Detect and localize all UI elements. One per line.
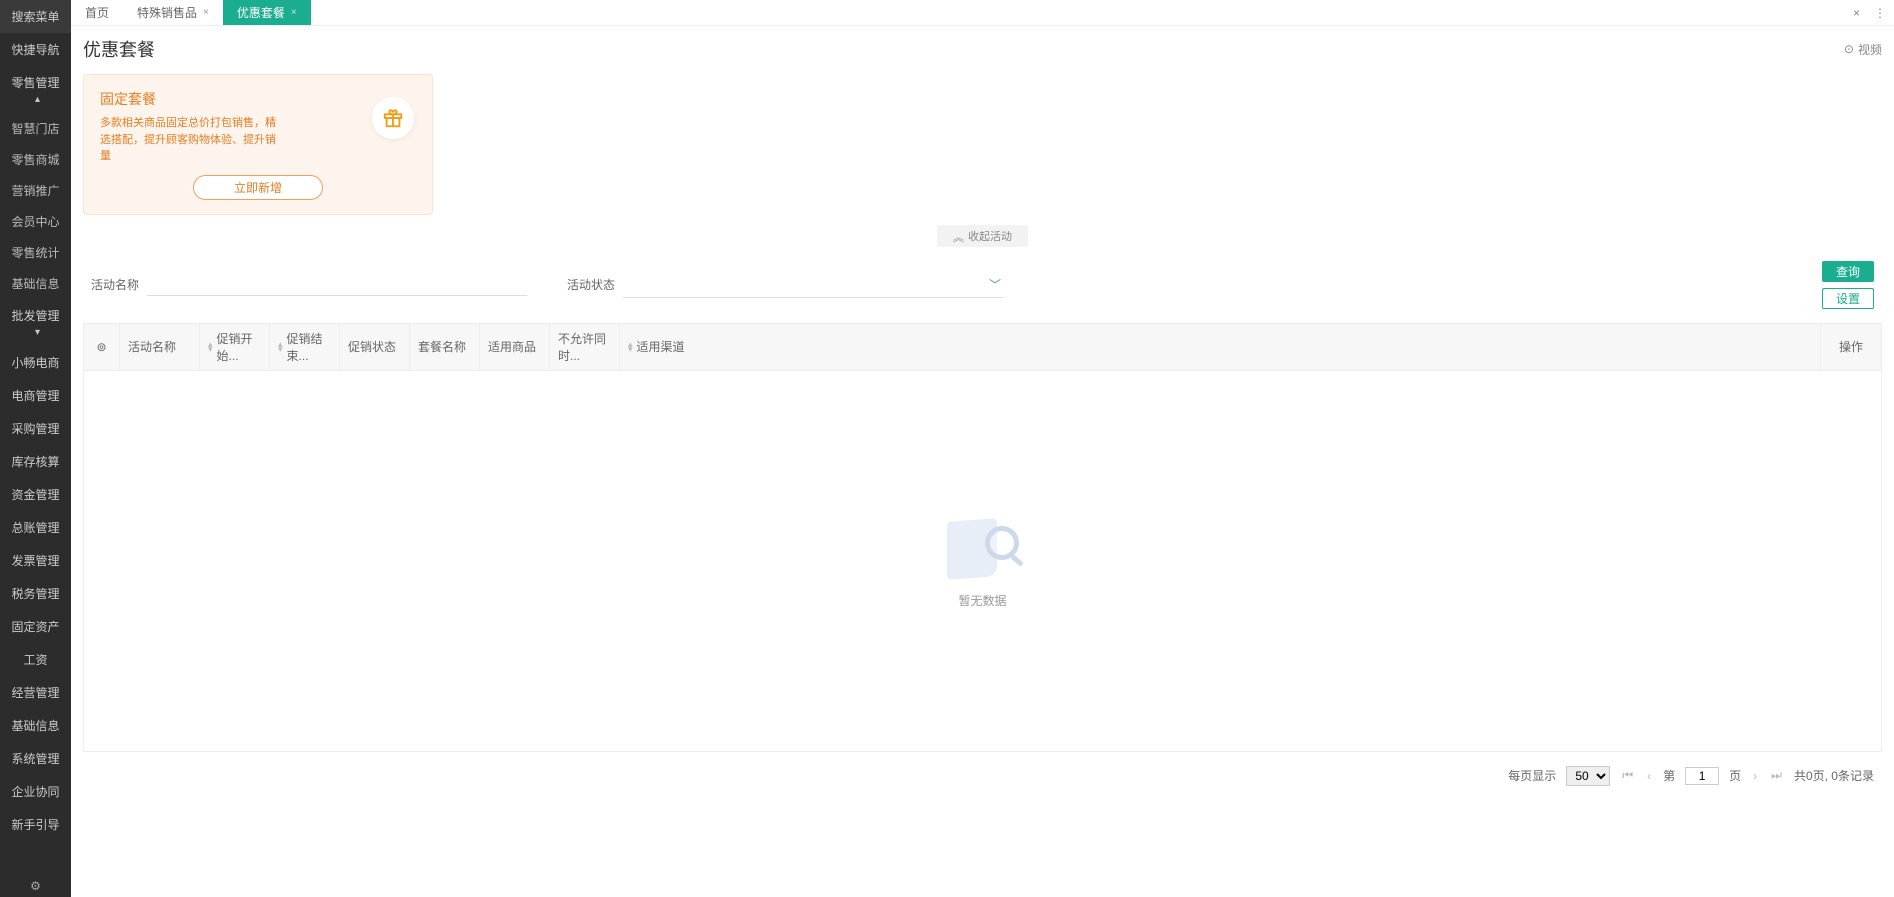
filter-status-select[interactable]: ﹀: [623, 272, 1003, 298]
chevron-up-icon: ▴: [35, 94, 40, 105]
empty-text: 暂无数据: [958, 592, 1006, 609]
chevron-up-icon: ︽: [953, 229, 964, 245]
tabbar: 首页 特殊销售品 × 优惠套餐 × × ⋮: [71, 0, 1894, 26]
page-title: 优惠套餐: [83, 36, 155, 62]
create-now-button[interactable]: 立即新增: [193, 175, 323, 200]
col-package-name[interactable]: 套餐名称: [410, 324, 480, 370]
sort-icon: ▴▾: [628, 342, 633, 352]
collapse-label: 收起活动: [968, 228, 1012, 244]
filter-status-label: 活动状态: [567, 276, 615, 293]
sidebar-item[interactable]: 库存核算: [0, 445, 71, 478]
page-prefix: 第: [1663, 767, 1675, 784]
col-applicable-channel[interactable]: ▴▾适用渠道: [620, 324, 1821, 370]
sidebar-item[interactable]: 总账管理: [0, 511, 71, 544]
sidebar-group-wholesale[interactable]: 批发管理 ▾: [0, 299, 71, 346]
col-disallow-concurrent[interactable]: 不允许同时...: [550, 324, 620, 370]
promo-card-fixed-package: 固定套餐 多款相关商品固定总价打包销售，精选搭配，提升顾客购物体验、提升销量 立…: [83, 74, 433, 215]
settings-button[interactable]: 设置: [1822, 288, 1874, 309]
pagination: 每页显示 50 ⏮ ‹ 第 页 › ⏭ 共0页, 0条记录: [71, 752, 1894, 800]
sidebar-item[interactable]: 固定资产: [0, 610, 71, 643]
col-applicable-goods[interactable]: 适用商品: [480, 324, 550, 370]
sidebar-item[interactable]: 小畅电商: [0, 346, 71, 379]
sidebar-item[interactable]: 工资: [0, 643, 71, 676]
promo-card-title: 固定套餐: [100, 89, 416, 109]
sidebar-item[interactable]: 基础信息: [0, 709, 71, 742]
empty-illustration-icon: [943, 512, 1023, 582]
page-next-icon[interactable]: ›: [1751, 769, 1759, 783]
per-page-label: 每页显示: [1508, 767, 1556, 784]
page-summary: 共0页, 0条记录: [1794, 767, 1874, 784]
col-actions: 操作: [1821, 324, 1881, 370]
sidebar-item[interactable]: 电商管理: [0, 379, 71, 412]
promo-card-desc: 多款相关商品固定总价打包销售，精选搭配，提升顾客购物体验、提升销量: [100, 115, 280, 165]
sidebar-item[interactable]: 系统管理: [0, 742, 71, 775]
page-first-icon[interactable]: ⏮: [1620, 768, 1635, 783]
sidebar-quicknav[interactable]: 快捷导航: [0, 33, 71, 66]
video-help-link[interactable]: ⊙ 视频: [1844, 41, 1882, 58]
sort-icon: ▴▾: [208, 342, 213, 352]
sidebar-item-retailmall[interactable]: 零售商城: [0, 144, 71, 175]
filter-name-input[interactable]: [147, 273, 527, 296]
table-header: ⊚ 活动名称 ▴▾促销开始... ▴▾促销结束... 促销状态 套餐名称 适用商…: [84, 324, 1881, 371]
gift-icon: [372, 97, 414, 139]
sidebar-group-label: 零售管理: [11, 76, 59, 90]
video-help-label: 视频: [1858, 41, 1882, 58]
sidebar-item[interactable]: 采购管理: [0, 412, 71, 445]
close-icon[interactable]: ×: [291, 7, 297, 18]
per-page-select[interactable]: 50: [1566, 766, 1610, 786]
col-promo-end[interactable]: ▴▾促销结束...: [270, 324, 340, 370]
sidebar-group-retail[interactable]: 零售管理 ▴: [0, 66, 71, 113]
sidebar-item[interactable]: 税务管理: [0, 577, 71, 610]
sidebar-item-smartstore[interactable]: 智慧门店: [0, 113, 71, 144]
play-icon: ⊙: [1844, 42, 1854, 56]
col-activity-name[interactable]: 活动名称: [120, 324, 200, 370]
filter-name-label: 活动名称: [91, 276, 139, 293]
sidebar-search[interactable]: 搜索菜单: [0, 0, 71, 33]
gear-icon[interactable]: ⚙: [0, 879, 71, 893]
tabs-more-icon[interactable]: ⋮: [1870, 6, 1890, 20]
sidebar-item[interactable]: 经营管理: [0, 676, 71, 709]
empty-state: 暂无数据: [84, 371, 1881, 751]
close-icon[interactable]: ×: [203, 7, 209, 18]
column-settings-icon[interactable]: ⊚: [84, 324, 120, 370]
sort-icon: ▴▾: [278, 342, 283, 352]
page-number-input[interactable]: [1685, 767, 1719, 785]
col-promo-status[interactable]: 促销状态: [340, 324, 410, 370]
tab-label: 首页: [85, 4, 109, 21]
query-button[interactable]: 查询: [1822, 261, 1874, 282]
page-suffix: 页: [1729, 767, 1741, 784]
sidebar-item-guide[interactable]: 新手引导: [0, 808, 71, 841]
sidebar: 搜索菜单 快捷导航 零售管理 ▴ 智慧门店 零售商城 营销推广 会员中心 零售统…: [0, 0, 71, 897]
tab-discount-package[interactable]: 优惠套餐 ×: [223, 0, 311, 25]
col-promo-start[interactable]: ▴▾促销开始...: [200, 324, 270, 370]
sidebar-item-retailstats[interactable]: 零售统计: [0, 237, 71, 268]
page-last-icon[interactable]: ⏭: [1769, 768, 1784, 783]
sidebar-item-baseinfo[interactable]: 基础信息: [0, 268, 71, 299]
tab-label: 优惠套餐: [237, 4, 285, 21]
tab-home[interactable]: 首页: [71, 0, 123, 25]
sidebar-item[interactable]: 发票管理: [0, 544, 71, 577]
results-table: ⊚ 活动名称 ▴▾促销开始... ▴▾促销结束... 促销状态 套餐名称 适用商…: [83, 323, 1882, 752]
sidebar-item-member[interactable]: 会员中心: [0, 206, 71, 237]
sidebar-group-label: 批发管理: [11, 309, 59, 323]
page-prev-icon[interactable]: ‹: [1645, 769, 1653, 783]
collapse-promo-toggle[interactable]: ︽ 收起活动: [937, 225, 1028, 247]
sidebar-item[interactable]: 企业协同: [0, 775, 71, 808]
chevron-down-icon: ﹀: [989, 276, 1001, 293]
sidebar-item[interactable]: 资金管理: [0, 478, 71, 511]
filter-bar: 活动名称 活动状态 ﹀ 查询 设置: [71, 247, 1894, 317]
sidebar-item-marketing[interactable]: 营销推广: [0, 175, 71, 206]
chevron-down-icon: ▾: [35, 327, 40, 338]
tab-label: 特殊销售品: [137, 4, 197, 21]
tab-special-sales[interactable]: 特殊销售品 ×: [123, 0, 223, 25]
tabs-close-all-icon[interactable]: ×: [1849, 6, 1864, 20]
